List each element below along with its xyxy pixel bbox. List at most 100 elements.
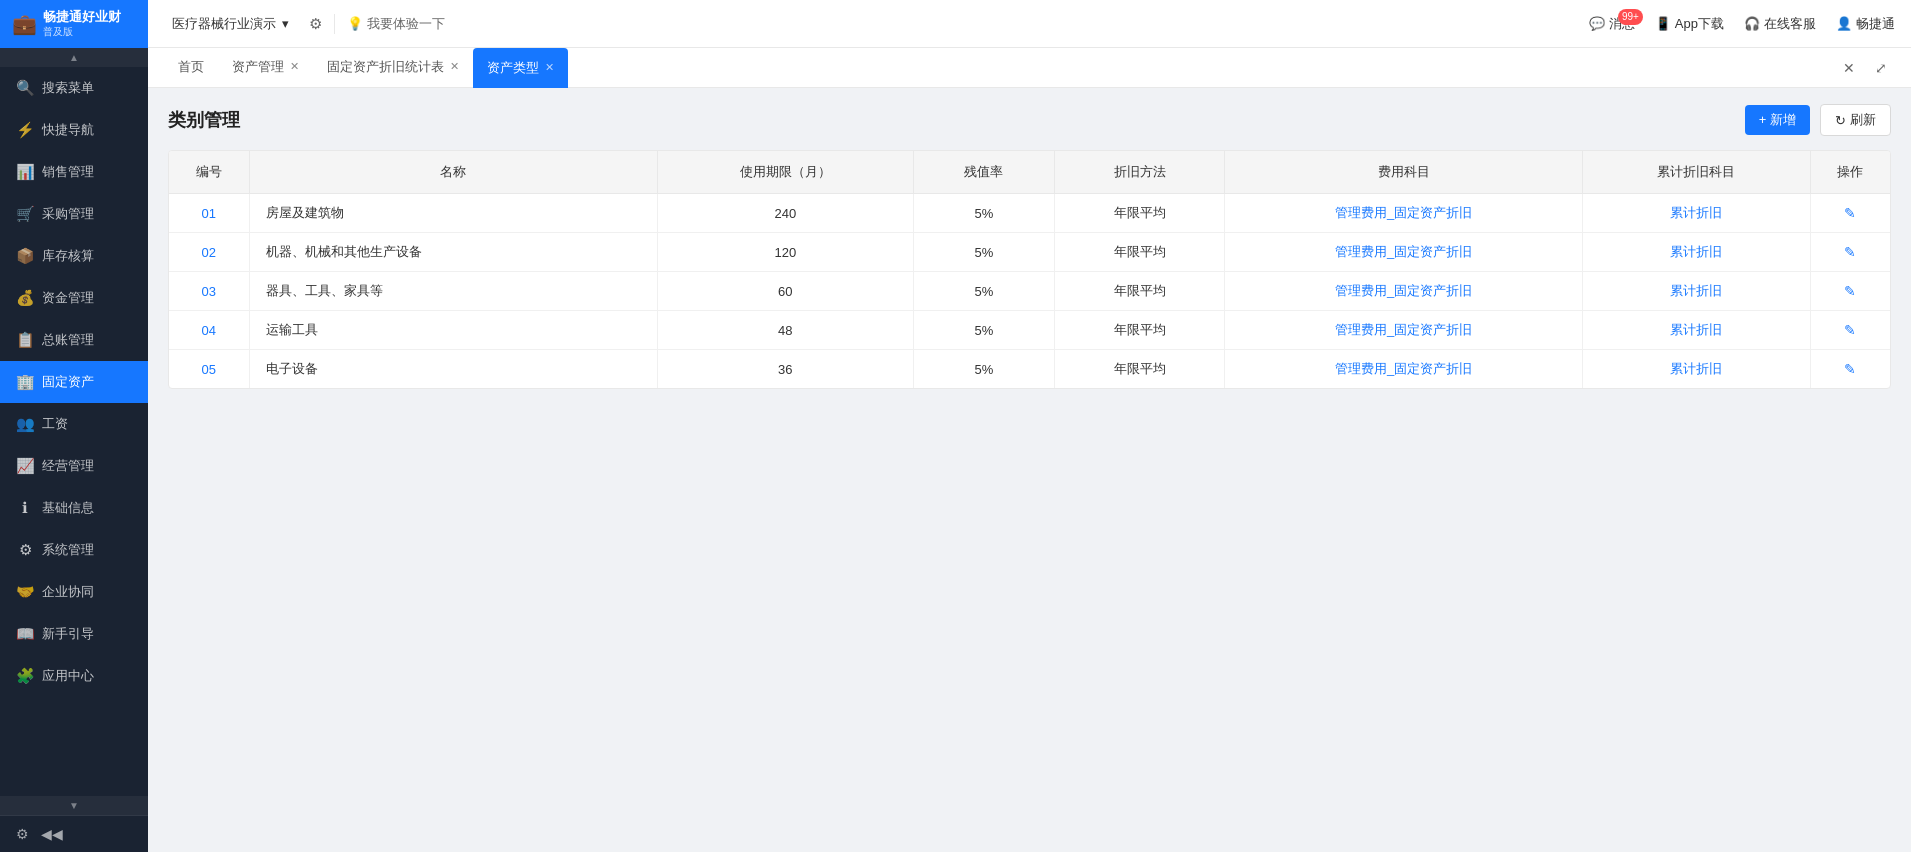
sidebar-item-系统管理[interactable]: ⚙ 系统管理	[0, 529, 148, 571]
sidebar-icon-10: ℹ	[16, 499, 34, 517]
tab-close-资产管理[interactable]: ✕	[290, 60, 299, 73]
cell-salvage-2: 5%	[913, 272, 1054, 311]
sidebar-icon-13: 📖	[16, 625, 34, 643]
sidebar-item-企业协同[interactable]: 🤝 企业协同	[0, 571, 148, 613]
topbar-icon-消息: 💬	[1589, 16, 1605, 31]
sidebar-item-工资[interactable]: 👥 工资	[0, 403, 148, 445]
edit-icon-4[interactable]: ✎	[1844, 361, 1856, 377]
sidebar-label-0: 搜索菜单	[42, 79, 94, 97]
cell-cost-3: 管理费用_固定资产折旧	[1225, 311, 1583, 350]
topbar-label-在线客服: 在线客服	[1764, 15, 1816, 33]
topbar-right-item-在线客服[interactable]: 🎧 在线客服	[1744, 15, 1816, 33]
sidebar-scroll-down[interactable]: ▼	[0, 796, 148, 815]
table-header: 编号名称使用期限（月）残值率折旧方法费用科目累计折旧科目操作	[169, 151, 1890, 194]
cell-method-0: 年限平均	[1055, 194, 1225, 233]
sidebar-item-资金管理[interactable]: 💰 资金管理	[0, 277, 148, 319]
table-row: 01房屋及建筑物2405%年限平均管理费用_固定资产折旧累计折旧✎	[169, 194, 1890, 233]
edit-icon-2[interactable]: ✎	[1844, 283, 1856, 299]
cell-cost-0: 管理费用_固定资产折旧	[1225, 194, 1583, 233]
sidebar-item-采购管理[interactable]: 🛒 采购管理	[0, 193, 148, 235]
cell-salvage-1: 5%	[913, 233, 1054, 272]
sidebar-icon-1: ⚡	[16, 121, 34, 139]
cell-code-4: 05	[169, 350, 249, 389]
cell-cost-1: 管理费用_固定资产折旧	[1225, 233, 1583, 272]
col-header-2: 使用期限（月）	[657, 151, 913, 194]
cell-code-0: 01	[169, 194, 249, 233]
menu-selector-text: 医疗器械行业演示	[172, 15, 276, 33]
category-table: 编号名称使用期限（月）残值率折旧方法费用科目累计折旧科目操作 01房屋及建筑物2…	[169, 151, 1890, 388]
col-header-7: 操作	[1810, 151, 1890, 194]
close-tab-action[interactable]: ✕	[1835, 54, 1863, 82]
sidebar-icon-8: 👥	[16, 415, 34, 433]
sidebar-item-快捷导航[interactable]: ⚡ 快捷导航	[0, 109, 148, 151]
sidebar-item-应用中心[interactable]: 🧩 应用中心	[0, 655, 148, 697]
cell-name-1: 机器、机械和其他生产设备	[249, 233, 657, 272]
sidebar-item-基础信息[interactable]: ℹ 基础信息	[0, 487, 148, 529]
tab-label-2: 固定资产折旧统计表	[327, 58, 444, 76]
sidebar-item-新手引导[interactable]: 📖 新手引导	[0, 613, 148, 655]
edit-icon-0[interactable]: ✎	[1844, 205, 1856, 221]
sidebar-icon-7: 🏢	[16, 373, 34, 391]
sidebar-scroll-up[interactable]: ▲	[0, 48, 148, 67]
cell-salvage-4: 5%	[913, 350, 1054, 389]
sidebar-item-经营管理[interactable]: 📈 经营管理	[0, 445, 148, 487]
topbar-icon-App下载: 📱	[1655, 16, 1671, 31]
sidebar-item-搜索菜单[interactable]: 🔍 搜索菜单	[0, 67, 148, 109]
sidebar-label-13: 新手引导	[42, 625, 94, 643]
sidebar-item-固定资产[interactable]: 🏢 固定资产	[0, 361, 148, 403]
sidebar-item-库存核算[interactable]: 📦 库存核算	[0, 235, 148, 277]
sidebar-icon-14: 🧩	[16, 667, 34, 685]
table-body: 01房屋及建筑物2405%年限平均管理费用_固定资产折旧累计折旧✎02机器、机械…	[169, 194, 1890, 389]
table-header-row: 编号名称使用期限（月）残值率折旧方法费用科目累计折旧科目操作	[169, 151, 1890, 194]
cell-action-4[interactable]: ✎	[1810, 350, 1890, 389]
new-button[interactable]: + 新增	[1745, 105, 1810, 135]
cell-action-2[interactable]: ✎	[1810, 272, 1890, 311]
menu-selector[interactable]: 医疗器械行业演示 ▾	[164, 11, 297, 37]
refresh-button[interactable]: ↻ 刷新	[1820, 104, 1891, 136]
topbar-divider	[334, 14, 335, 34]
sidebar-label-10: 基础信息	[42, 499, 94, 517]
tab-固定资产折旧统计表[interactable]: 固定资产折旧统计表 ✕	[313, 48, 473, 88]
edit-icon-3[interactable]: ✎	[1844, 322, 1856, 338]
cell-period-3: 48	[657, 311, 913, 350]
cell-action-1[interactable]: ✎	[1810, 233, 1890, 272]
content-area: 类别管理 + 新增 ↻ 刷新 编号名称使用期限（月）残值率折旧方法费用科目累计折…	[148, 88, 1911, 852]
sidebar-item-总账管理[interactable]: 📋 总账管理	[0, 319, 148, 361]
cell-acc-4: 累计折旧	[1583, 350, 1810, 389]
tab-label-3: 资产类型	[487, 59, 539, 77]
cell-action-3[interactable]: ✎	[1810, 311, 1890, 350]
settings-footer-icon[interactable]: ⚙	[16, 826, 29, 842]
tab-资产类型[interactable]: 资产类型 ✕	[473, 48, 568, 88]
experience-button[interactable]: 💡 我要体验一下	[347, 15, 445, 33]
tab-close-资产类型[interactable]: ✕	[545, 61, 554, 74]
sidebar-icon-5: 💰	[16, 289, 34, 307]
table-row: 03器具、工具、家具等605%年限平均管理费用_固定资产折旧累计折旧✎	[169, 272, 1890, 311]
tab-资产管理[interactable]: 资产管理 ✕	[218, 48, 313, 88]
cell-salvage-0: 5%	[913, 194, 1054, 233]
sidebar-label-9: 经营管理	[42, 457, 94, 475]
collapse-sidebar-button[interactable]: ◀◀	[41, 826, 63, 842]
topbar: 医疗器械行业演示 ▾ ⚙ 💡 我要体验一下 💬 消息 99+ 📱 App下载 🎧…	[148, 0, 1911, 48]
cell-code-1: 02	[169, 233, 249, 272]
cell-method-1: 年限平均	[1055, 233, 1225, 272]
sidebar-label-1: 快捷导航	[42, 121, 94, 139]
tab-首页[interactable]: 首页	[164, 48, 218, 88]
sidebar-item-销售管理[interactable]: 📊 销售管理	[0, 151, 148, 193]
cell-action-0[interactable]: ✎	[1810, 194, 1890, 233]
col-header-3: 残值率	[913, 151, 1054, 194]
tabs-bar: 首页 资产管理 ✕ 固定资产折旧统计表 ✕ 资产类型 ✕ ✕ ⤢	[148, 48, 1911, 88]
topbar-gear-icon[interactable]: ⚙	[309, 15, 322, 33]
edit-icon-1[interactable]: ✎	[1844, 244, 1856, 260]
col-header-6: 累计折旧科目	[1583, 151, 1810, 194]
sidebar-icon-0: 🔍	[16, 79, 34, 97]
topbar-right-item-App下载[interactable]: 📱 App下载	[1655, 15, 1724, 33]
topbar-right-item-消息[interactable]: 💬 消息 99+	[1589, 15, 1635, 33]
refresh-icon: ↻	[1835, 113, 1846, 128]
sidebar-icon-4: 📦	[16, 247, 34, 265]
cell-acc-1: 累计折旧	[1583, 233, 1810, 272]
tab-close-固定资产折旧统计表[interactable]: ✕	[450, 60, 459, 73]
experience-text: 我要体验一下	[367, 15, 445, 33]
expand-tab-action[interactable]: ⤢	[1867, 54, 1895, 82]
topbar-right-item-畅捷通[interactable]: 👤 畅捷通	[1836, 15, 1895, 33]
sidebar-label-7: 固定资产	[42, 373, 94, 391]
